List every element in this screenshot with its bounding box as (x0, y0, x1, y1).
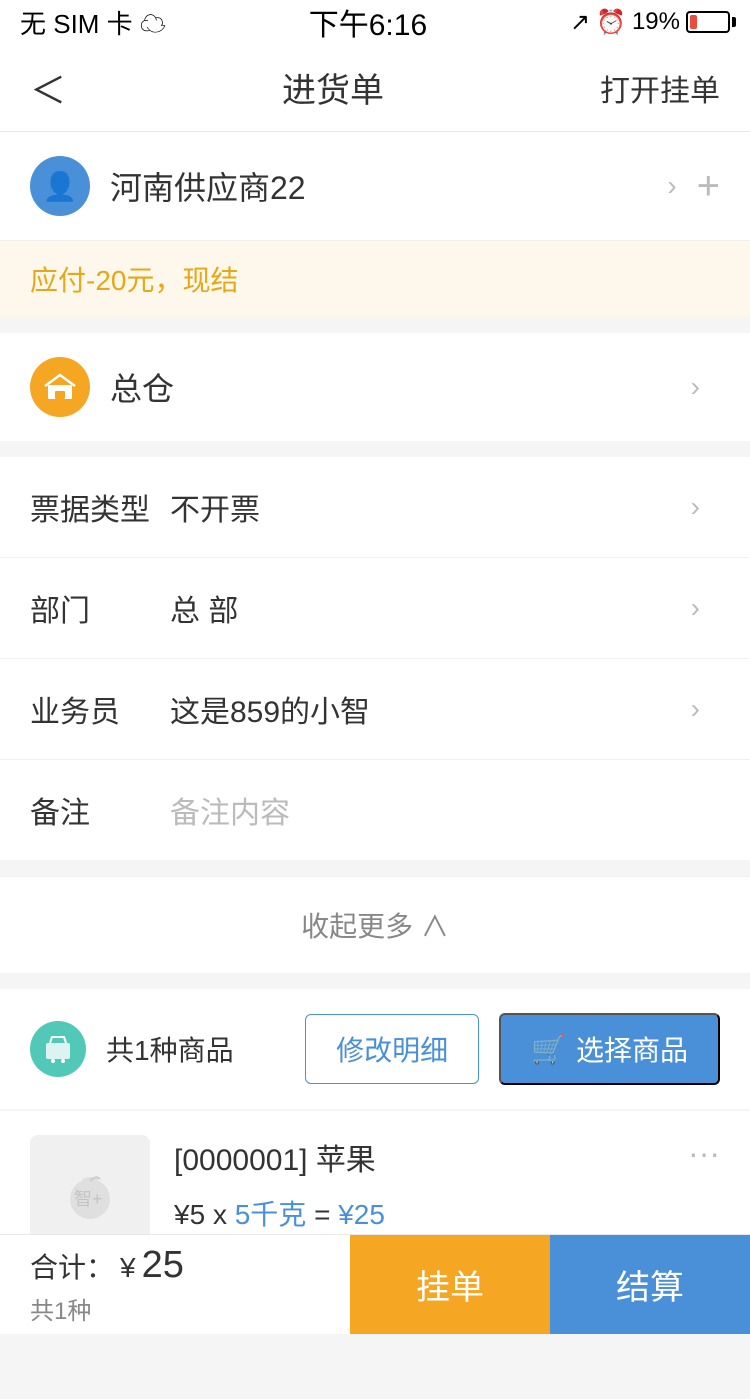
invoice-label: 票据类型 (30, 485, 170, 529)
cart-icon (42, 1033, 74, 1065)
footer-total-line1: 合计： ¥ 25 (30, 1244, 184, 1287)
note-label: 备注 (30, 788, 170, 832)
supplier-arrow-icon: › (667, 170, 676, 202)
avatar-icon: 👤 (43, 170, 78, 203)
dept-arrow-icon: › (691, 592, 700, 624)
battery-label: 19% (632, 8, 680, 36)
alarm-icon: ⏰ (596, 8, 626, 37)
product-price-row: ¥5 x 5千克 = ¥25 (174, 1193, 664, 1233)
product-thumb-icon: 智+ (58, 1163, 122, 1227)
page-title: 进货单 (282, 63, 384, 112)
form-row-invoice[interactable]: 票据类型 不开票 › (0, 457, 750, 558)
footer: 合计： ¥ 25 共1种 挂单 结算 (0, 1234, 750, 1334)
dept-label: 部门 (30, 586, 170, 630)
product-title: 苹果 (316, 1144, 376, 1177)
status-bar: 无 SIM 卡 ☁ 下午6:16 ↗ ⏰ 19% (0, 0, 750, 44)
warehouse-arrow-icon: › (691, 371, 700, 403)
salesperson-value: 这是859的小智 (170, 687, 691, 731)
form-row-note[interactable]: 备注 备注内容 (0, 760, 750, 860)
form-row-dept[interactable]: 部门 总 部 › (0, 558, 750, 659)
product-section-icon (30, 1021, 86, 1077)
salesperson-arrow-icon: › (691, 693, 700, 725)
edit-detail-button[interactable]: 修改明细 (305, 1014, 479, 1084)
invoice-arrow-icon: › (691, 491, 700, 523)
back-button[interactable]: ＜ (30, 62, 66, 114)
invoice-value: 不开票 (170, 485, 691, 529)
product-menu-button[interactable]: ··· (688, 1135, 720, 1172)
dept-value: 总 部 (170, 586, 691, 630)
warehouse-icon (30, 357, 90, 417)
salesperson-label: 业务员 (30, 687, 170, 731)
supplier-avatar: 👤 (30, 156, 90, 216)
note-value[interactable]: 备注内容 (170, 788, 720, 832)
supplier-card: 👤 河南供应商22 › + 应付-20元，现结 (0, 132, 750, 317)
add-button[interactable]: + (697, 164, 720, 209)
product-name: [0000001] 苹果 (174, 1135, 664, 1179)
product-equals-sign: = (314, 1199, 338, 1230)
supplier-row[interactable]: 👤 河南供应商22 › + (0, 132, 750, 241)
battery-fill (690, 15, 697, 29)
product-multiply-sign: x (213, 1199, 235, 1230)
warehouse-card[interactable]: 总仓 › (0, 333, 750, 441)
collapse-button[interactable]: 收起更多 ∧ (0, 876, 750, 973)
product-header: 共1种商品 修改明细 🛒 选择商品 (0, 989, 750, 1109)
form-row-salesperson[interactable]: 业务员 这是859的小智 › (0, 659, 750, 760)
open-hang-button[interactable]: 打开挂单 (600, 66, 720, 110)
footer-total: 合计： ¥ 25 共1种 (0, 1235, 350, 1334)
status-right: ↗ ⏰ 19% (570, 8, 730, 37)
svg-text:智+: 智+ (74, 1189, 103, 1209)
battery-icon (686, 11, 730, 33)
select-product-button[interactable]: 🛒 选择商品 (499, 1013, 720, 1085)
total-amount: 25 (142, 1244, 184, 1287)
footer-count: 共1种 (30, 1291, 91, 1326)
warning-banner: 应付-20元，现结 (0, 241, 750, 317)
sim-label: 无 SIM 卡 ☁ (20, 4, 166, 41)
product-info: [0000001] 苹果 ¥5 x 5千克 = ¥25 (174, 1135, 664, 1233)
location-icon: ↗ (570, 8, 590, 37)
warehouse-name: 总仓 (110, 364, 691, 410)
total-label: 合计： (30, 1246, 114, 1286)
nav-bar: ＜ 进货单 打开挂单 (0, 44, 750, 132)
select-product-label: 选择商品 (576, 1029, 688, 1069)
select-product-icon: 🛒 (531, 1033, 566, 1066)
product-count: 共1种商品 (106, 1029, 285, 1069)
status-time: 下午6:16 (309, 0, 427, 44)
warehouse-svg (42, 369, 78, 405)
form-card: 票据类型 不开票 › 部门 总 部 › 业务员 这是859的小智 › 备注 备注… (0, 457, 750, 860)
warehouse-row[interactable]: 总仓 › (0, 333, 750, 441)
main-content: 👤 河南供应商22 › + 应付-20元，现结 总仓 › 票据类型 不开票 (0, 132, 750, 1399)
product-code: [0000001] (174, 1144, 307, 1177)
product-unit-price: ¥5 (174, 1199, 205, 1230)
total-symbol: ¥ (120, 1252, 136, 1284)
product-quantity: 5千克 (235, 1199, 307, 1230)
status-left: 无 SIM 卡 ☁ (20, 4, 166, 41)
supplier-name: 河南供应商22 (110, 163, 667, 209)
hang-button[interactable]: 挂单 (350, 1235, 550, 1334)
product-total: ¥25 (338, 1199, 385, 1230)
settle-button[interactable]: 结算 (550, 1235, 750, 1334)
